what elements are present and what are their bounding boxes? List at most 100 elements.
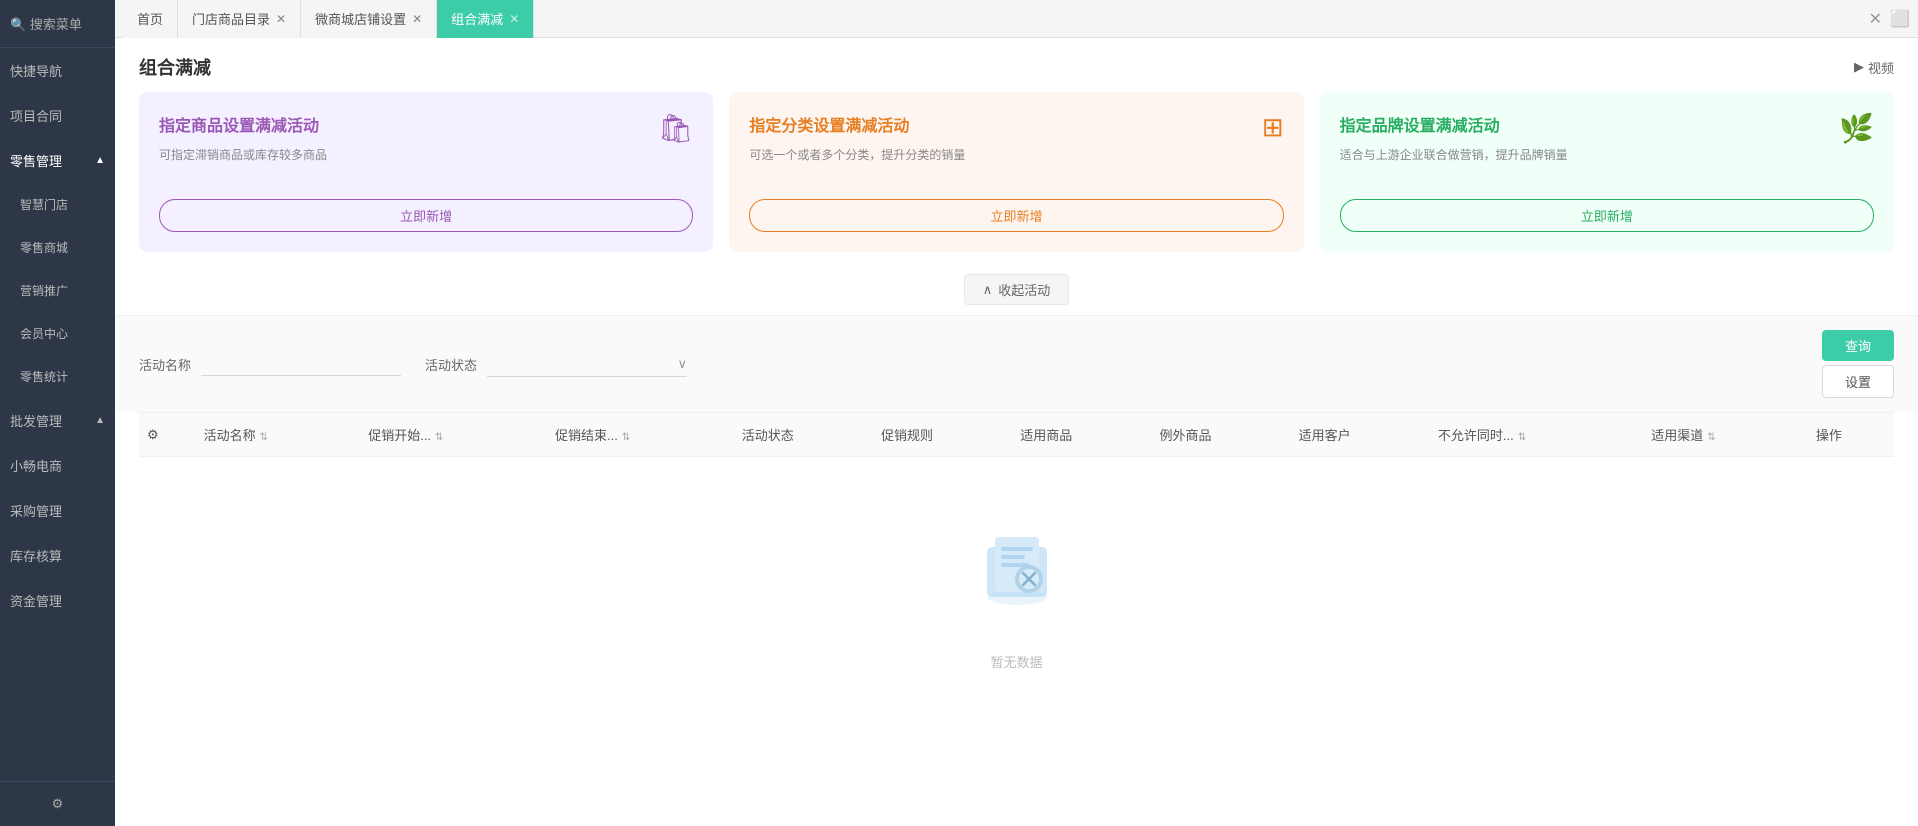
tab-label-home: 首页 xyxy=(137,9,163,28)
sidebar-item-project-contract[interactable]: 项目合同 xyxy=(0,93,115,138)
chevron-icon-wholesale-mgmt: ▲ xyxy=(95,415,105,426)
status-filter-select[interactable]: ∨ xyxy=(487,352,687,377)
table-body: 暂无数据 xyxy=(139,457,1894,712)
sidebar-settings[interactable]: ⚙ xyxy=(0,781,115,826)
sidebar-item-smart-store[interactable]: 智慧门店 xyxy=(0,183,115,226)
collapse-bar: ∧ 收起活动 xyxy=(115,268,1918,315)
filter-section: 活动名称 活动状态 ∨ 查询 设置 xyxy=(115,315,1918,412)
sort-icon-channels: ⇅ xyxy=(1707,432,1715,443)
sidebar-item-retail-mgmt[interactable]: 零售管理▲ xyxy=(0,138,115,183)
product-card-desc: 可指定滞销商品或库存较多商品 xyxy=(159,146,693,187)
promo-cards-section: 🛍 指定商品设置满减活动 可指定滞销商品或库存较多商品 立即新增 ⊞ 指定分类设… xyxy=(115,92,1918,268)
col-header-actions: 操作 xyxy=(1808,413,1894,457)
tab-bar: 首页门店商品目录✕ 微商城店铺设置 ✕ 组合满减 ✕ ✕ ⬜ xyxy=(115,0,1918,38)
settings-icon: ⚙ xyxy=(52,796,64,811)
sort-icon-start: ⇅ xyxy=(435,432,443,443)
empty-state: 暂无数据 xyxy=(139,457,1894,711)
data-table: ⚙活动名称⇅促销开始...⇅促销结束...⇅活动状态促销规则适用商品例外商品适用… xyxy=(139,412,1894,711)
sidebar-search[interactable]: 🔍 搜索菜单 xyxy=(0,0,115,48)
product-card-add-button[interactable]: 立即新增 xyxy=(159,199,693,232)
table-header: ⚙活动名称⇅促销开始...⇅促销结束...⇅活动状态促销规则适用商品例外商品适用… xyxy=(139,413,1894,457)
name-filter-label: 活动名称 xyxy=(139,355,191,374)
sidebar-label-finance: 资金管理 xyxy=(10,591,62,610)
sidebar-label-inventory: 库存核算 xyxy=(10,546,62,565)
page-header: 组合满减 ▶ 视频 xyxy=(115,38,1918,92)
close-window-button[interactable]: ✕ xyxy=(1869,9,1882,29)
sidebar-label-retail-stats: 零售统计 xyxy=(20,368,68,385)
collapse-activities-button[interactable]: ∧ 收起活动 xyxy=(964,274,1070,305)
product-promo-card: 🛍 指定商品设置满减活动 可指定滞销商品或库存较多商品 立即新增 xyxy=(139,92,713,252)
main-area: 首页门店商品目录✕ 微商城店铺设置 ✕ 组合满减 ✕ ✕ ⬜ 组合满减 ▶ 视频 🛍 指… xyxy=(115,0,1918,826)
page-title: 组合满减 xyxy=(139,54,211,80)
chevron-icon-retail-mgmt: ▲ xyxy=(95,155,105,166)
sidebar-label-wholesale-mgmt: 批发管理 xyxy=(10,411,62,430)
brand-card-desc: 适合与上游企业联合做营销，提升品牌销量 xyxy=(1340,146,1874,187)
brand-card-icon: 🌿 xyxy=(1839,112,1874,145)
maximize-window-button[interactable]: ⬜ xyxy=(1890,9,1910,29)
product-card-title: 指定商品设置满减活动 xyxy=(159,112,693,136)
sidebar-label-xiaochangec: 小畅电商 xyxy=(10,456,62,475)
filter-buttons: 查询 设置 xyxy=(1822,330,1894,398)
sidebar-label-project-contract: 项目合同 xyxy=(10,106,62,125)
sidebar-label-member-center: 会员中心 xyxy=(20,325,68,342)
sidebar-label-quick-nav: 快捷导航 xyxy=(10,61,62,80)
tab-store-catalog[interactable]: 门店商品目录✕ xyxy=(178,0,301,38)
sidebar-item-marketing[interactable]: 营销推广 xyxy=(0,269,115,312)
sidebar-label-smart-store: 智慧门店 xyxy=(20,196,68,213)
tab-label-mini-store-settings: 微商城店铺设置 xyxy=(315,9,406,28)
chevron-down-icon: ∨ xyxy=(678,356,688,372)
video-button[interactable]: ▶ 视频 xyxy=(1854,58,1894,77)
col-header-customers: 适用客户 xyxy=(1291,413,1430,457)
sidebar-item-member-center[interactable]: 会员中心 xyxy=(0,312,115,355)
sidebar: 🔍 搜索菜单 快捷导航项目合同零售管理▲ 智慧门店零售商城营销推广会员中心零售统计… xyxy=(0,0,115,826)
sidebar-item-inventory[interactable]: 库存核算 xyxy=(0,533,115,578)
content-area: 组合满减 ▶ 视频 🛍 指定商品设置满减活动 可指定滞销商品或库存较多商品 立即… xyxy=(115,38,1918,826)
category-card-desc: 可选一个或者多个分类，提升分类的销量 xyxy=(749,146,1283,187)
query-button[interactable]: 查询 xyxy=(1822,330,1894,361)
col-header-channels[interactable]: 适用渠道⇅ xyxy=(1643,413,1808,457)
tab-mini-store-settings[interactable]: 微商城店铺设置 ✕ xyxy=(301,0,437,38)
no-data-illustration xyxy=(967,517,1067,617)
tab-close-mini-store-settings[interactable]: ✕ xyxy=(412,13,422,25)
sidebar-item-purchase-mgmt[interactable]: 采购管理 xyxy=(0,488,115,533)
tab-label-combo-discount: 组合满减 xyxy=(451,9,503,28)
sidebar-item-xiaochangec[interactable]: 小畅电商 xyxy=(0,443,115,488)
tab-combo-discount[interactable]: 组合满减 ✕ xyxy=(437,0,534,38)
play-icon: ▶ xyxy=(1854,59,1864,75)
col-header-exclude: 例外商品 xyxy=(1151,413,1290,457)
sidebar-item-retail-mall[interactable]: 零售商城 xyxy=(0,226,115,269)
sidebar-label-purchase-mgmt: 采购管理 xyxy=(10,501,62,520)
product-card-icon: 🛍 xyxy=(658,112,694,145)
sidebar-item-finance[interactable]: 资金管理 xyxy=(0,578,115,623)
brand-promo-card: 🌿 指定品牌设置满减活动 适合与上游企业联合做营销，提升品牌销量 立即新增 xyxy=(1320,92,1894,252)
col-header-start[interactable]: 促销开始...⇅ xyxy=(360,413,547,457)
window-controls: ✕ ⬜ xyxy=(1869,9,1910,29)
status-filter-group: 活动状态 ∨ xyxy=(425,352,687,377)
tab-close-combo-discount[interactable]: ✕ xyxy=(509,13,519,25)
col-header-end[interactable]: 促销结束...⇅ xyxy=(547,413,734,457)
setting-button[interactable]: 设置 xyxy=(1822,365,1894,398)
category-card-add-button[interactable]: 立即新增 xyxy=(749,199,1283,232)
sidebar-label-retail-mall: 零售商城 xyxy=(20,239,68,256)
video-label: 视频 xyxy=(1868,58,1894,77)
tab-close-store-catalog[interactable]: ✕ xyxy=(276,13,286,25)
sidebar-search-label: 搜索菜单 xyxy=(30,17,82,32)
sidebar-item-retail-stats[interactable]: 零售统计 xyxy=(0,355,115,398)
col-header-rule: 促销规则 xyxy=(873,413,1012,457)
status-filter-label: 活动状态 xyxy=(425,355,477,374)
name-filter-input[interactable] xyxy=(201,352,401,376)
sort-icon-name: ⇅ xyxy=(260,432,268,443)
col-header-name[interactable]: 活动名称⇅ xyxy=(196,413,361,457)
name-filter-group: 活动名称 xyxy=(139,352,401,376)
sidebar-item-wholesale-mgmt[interactable]: 批发管理 ▲ xyxy=(0,398,115,443)
category-card-icon: ⊞ xyxy=(1262,112,1284,143)
sidebar-label-marketing: 营销推广 xyxy=(20,282,68,299)
tab-home[interactable]: 首页 xyxy=(123,0,178,38)
sidebar-item-quick-nav[interactable]: 快捷导航 xyxy=(0,48,115,93)
sort-icon-end: ⇅ xyxy=(622,432,630,443)
empty-text: 暂无数据 xyxy=(139,652,1894,671)
brand-card-add-button[interactable]: 立即新增 xyxy=(1340,199,1874,232)
sort-icon-no-combine: ⇅ xyxy=(1518,432,1526,443)
col-header-no-combine[interactable]: 不允许同时...⇅ xyxy=(1430,413,1643,457)
col-header-gear: ⚙ xyxy=(139,413,196,457)
